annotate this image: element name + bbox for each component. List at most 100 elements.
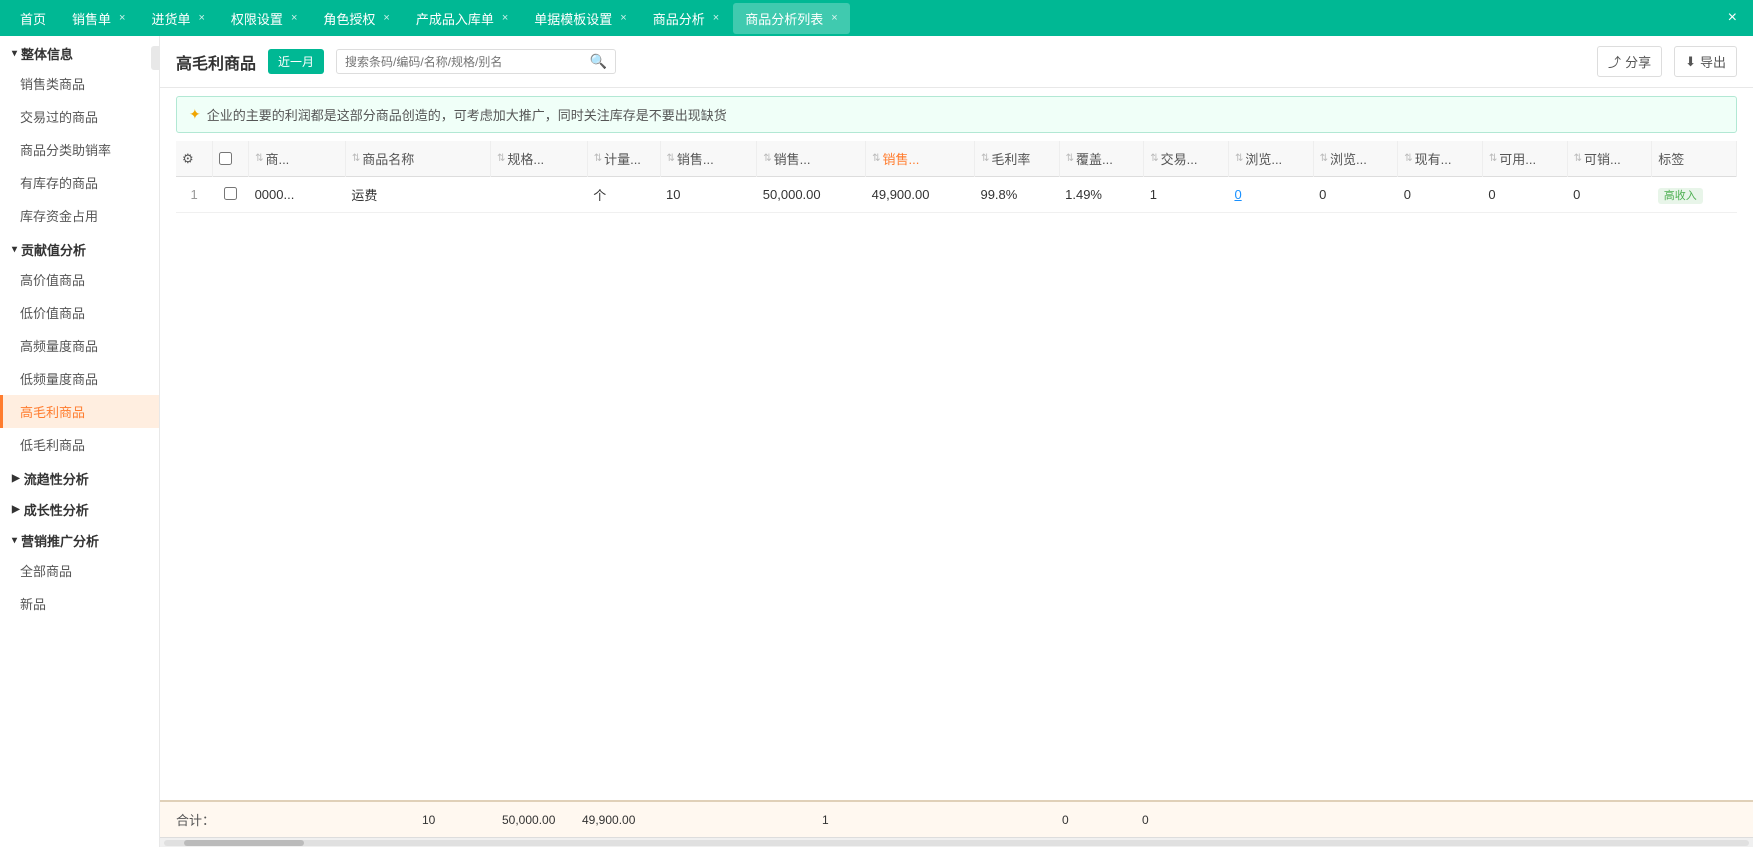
th-current-stock[interactable]: ⇅ 现有... [1398,141,1483,177]
search-icon[interactable]: 🔍 [590,53,607,70]
th-tag[interactable]: 标签 [1652,141,1737,177]
cell-sales-cost: 49,900.00 [866,177,975,213]
cell-browse1[interactable]: 0 [1228,177,1313,213]
arrow-wealth: ▾ [12,244,17,255]
th-browse2[interactable]: ⇅ 浏览... [1313,141,1398,177]
sidebar-group-wealth-label: 贡献值分析 [21,240,86,259]
sidebar-item-label: 销售类商品 [20,77,85,92]
sidebar-group-growth-label: 成长性分析 [24,500,89,519]
arrow-marketing: ▾ [12,535,17,546]
nav-home[interactable]: 首页 [8,3,58,34]
th-checkbox[interactable] [212,141,248,177]
sidebar-collapse-button[interactable]: 《 [151,46,160,70]
sidebar-item-inventory-capital[interactable]: 库存资金占用 [0,199,159,232]
scrollbar-thumb[interactable] [184,840,304,846]
nav-purchase-close[interactable]: × [198,12,204,24]
th-unit[interactable]: ⇅ 计量... [587,141,660,177]
table-container: ⚙ ⇅ 商... ⇅ [160,141,1753,800]
search-box: 🔍 [336,49,616,74]
sidebar-group-trend[interactable]: ▶ 流趋性分析 [0,461,159,492]
th-sales-qty[interactable]: ⇅ 销售... [660,141,757,177]
sidebar-group-wealth[interactable]: ▾ 贡献值分析 [0,232,159,263]
footer-available-stock: 0 [1136,813,1216,827]
sidebar-item-high-margin[interactable]: 高毛利商品 [0,395,159,428]
cell-unit: 个 [587,177,660,213]
content-header: 高毛利商品 近一月 🔍 ⤴ 分享 ⬇ 导出 [160,36,1753,88]
cell-spec [490,177,587,213]
sidebar-item-sales-goods[interactable]: 销售类商品 [0,67,159,100]
nav-analysis-list-close[interactable]: × [831,12,837,24]
sidebar-item-low-margin[interactable]: 低毛利商品 [0,428,159,461]
nav-purchase[interactable]: 进货单 × [139,3,216,34]
sidebar-group-marketing-label: 营销推广分析 [21,531,99,550]
sidebar-item-low-value[interactable]: 低价值商品 [0,296,159,329]
th-available-stock[interactable]: ⇅ 可用... [1482,141,1567,177]
th-gross-rate[interactable]: ⇅ 毛利率 [974,141,1059,177]
row-checkbox[interactable] [224,187,237,200]
nav-template-close[interactable]: × [620,12,626,24]
nav-permission[interactable]: 权限设置 × [219,3,309,34]
sidebar-item-label: 高价值商品 [20,273,85,288]
search-input[interactable] [345,55,586,69]
export-button[interactable]: ⬇ 导出 [1674,46,1737,77]
footer-cells: 10 50,000.00 49,900.00 1 0 0 [256,813,1737,827]
th-spec[interactable]: ⇅ 规格... [490,141,587,177]
sidebar-item-new-goods[interactable]: 新品 [0,587,159,620]
footer-browse1 [896,813,976,827]
th-sellable[interactable]: ⇅ 可销... [1567,141,1652,177]
sidebar-group-overall[interactable]: ▾ 整体信息 [0,36,159,67]
cell-checkbox[interactable] [212,177,248,213]
sidebar-group-growth[interactable]: ▶ 成长性分析 [0,492,159,523]
th-sales-cost[interactable]: ⇅ 销售... [866,141,975,177]
close-all-tabs[interactable]: × [1720,5,1745,31]
sidebar-item-all-goods[interactable]: 全部商品 [0,554,159,587]
th-code[interactable]: ⇅ 商... [249,141,346,177]
nav-analysis-list[interactable]: 商品分析列表 × [733,3,849,34]
sort-icon: ⇅ [255,153,263,164]
th-browse1[interactable]: ⇅ 浏览... [1228,141,1313,177]
th-transaction[interactable]: ⇅ 交易... [1144,141,1229,177]
nav-inventory[interactable]: 产成品入库单 × [404,3,520,34]
nav-permission-close[interactable]: × [291,12,297,24]
sidebar-item-label: 库存资金占用 [20,209,98,224]
th-name[interactable]: ⇅ 商品名称 [345,141,490,177]
th-sales-amount[interactable]: ⇅ 销售... [757,141,866,177]
arrow-growth: ▶ [12,504,20,515]
cell-transaction: 1 [1144,177,1229,213]
sidebar-item-high-freq[interactable]: 高频量度商品 [0,329,159,362]
bottom-scrollbar[interactable] [160,837,1753,847]
nav-template[interactable]: 单据模板设置 × [522,3,638,34]
time-filter-button[interactable]: 近一月 [268,49,324,74]
top-navigation: 首页 销售单 × 进货单 × 权限设置 × 角色授权 × 产成品入库单 × 单据… [0,0,1753,36]
select-all-checkbox[interactable] [219,152,232,165]
th-coverage[interactable]: ⇅ 覆盖... [1059,141,1144,177]
settings-icon[interactable]: ⚙ [182,151,194,167]
share-button[interactable]: ⤴ 分享 [1597,46,1662,77]
footer-sales-amount: 50,000.00 [496,813,576,827]
th-settings[interactable]: ⚙ [176,141,212,177]
content-area: 高毛利商品 近一月 🔍 ⤴ 分享 ⬇ 导出 ✦ 企业的主要的利润都是这部分商品创… [160,36,1753,847]
sidebar-group-marketing[interactable]: ▾ 营销推广分析 [0,523,159,554]
sidebar-item-high-value[interactable]: 高价值商品 [0,263,159,296]
nav-sales-close[interactable]: × [119,12,125,24]
nav-inventory-close[interactable]: × [502,12,508,24]
nav-role[interactable]: 角色授权 × [311,3,401,34]
sort-icon: ⇅ [1320,153,1328,164]
sort-icon: ⇅ [1066,153,1074,164]
notice-text: 企业的主要的利润都是这部分商品创造的，可考虑加大推广，同时关注库存是不要出现缺货 [207,105,727,124]
sidebar-item-traded-goods[interactable]: 交易过的商品 [0,100,159,133]
data-table: ⚙ ⇅ 商... ⇅ [176,141,1737,213]
nav-sales[interactable]: 销售单 × [60,3,137,34]
nav-role-close[interactable]: × [383,12,389,24]
table-row: 1 0000... 运费 个 10 50,000.00 49,900.00 99… [176,177,1737,213]
page-title: 高毛利商品 [176,50,256,74]
sidebar-item-goods-assist[interactable]: 商品分类助销率 [0,133,159,166]
sidebar-item-low-freq[interactable]: 低频量度商品 [0,362,159,395]
cell-sellable: 0 [1567,177,1652,213]
scrollbar-track[interactable] [164,840,1749,846]
footer-sales-qty: 10 [416,813,496,827]
nav-analysis-close[interactable]: × [713,12,719,24]
share-icon: ⤴ [1608,52,1621,71]
sidebar-item-inventory-goods[interactable]: 有库存的商品 [0,166,159,199]
nav-analysis[interactable]: 商品分析 × [641,3,731,34]
